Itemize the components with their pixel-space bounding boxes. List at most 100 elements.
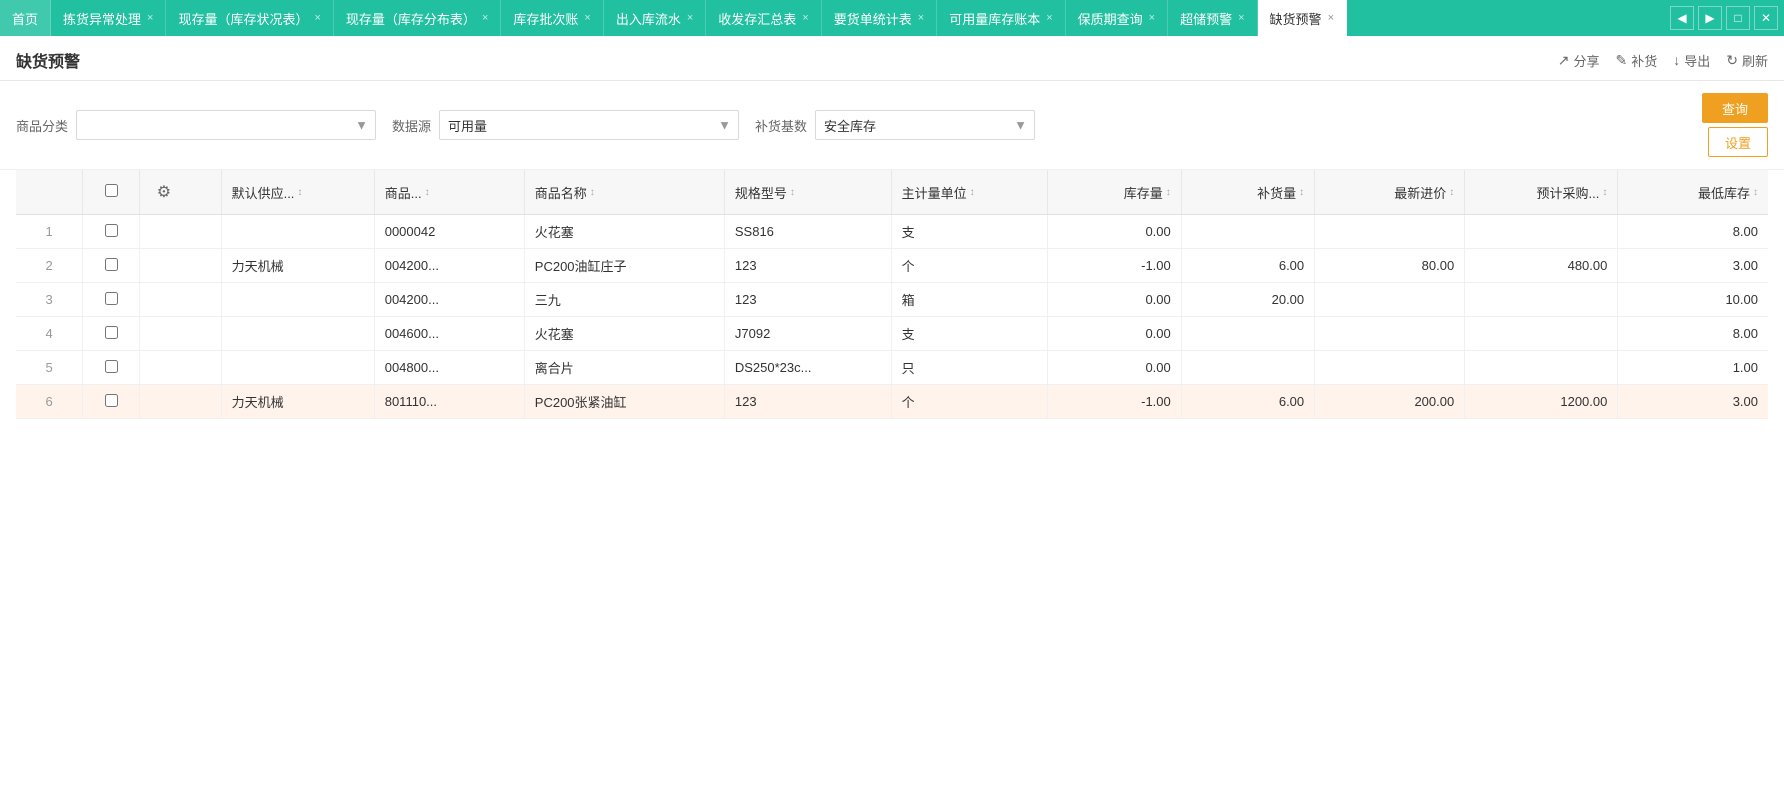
tab-item-4[interactable]: 库存批次账× xyxy=(501,0,603,36)
tab-close-9[interactable]: × xyxy=(1149,12,1155,24)
sort-spec[interactable]: 规格型号 ↕ xyxy=(735,183,795,202)
tab-item-10[interactable]: 超储预警× xyxy=(1168,0,1257,36)
cell-unit: 个 xyxy=(891,385,1048,419)
sort-minstock-icon: ↕ xyxy=(1753,187,1758,198)
tab-item-5[interactable]: 出入库流水× xyxy=(604,0,706,36)
cell-gear xyxy=(139,249,221,283)
filter-bar: 商品分类 ▼ 数据源 可用量 ▼ 补货基数 安全库存 xyxy=(0,81,1784,170)
sort-forecast[interactable]: 预计采购... ↕ xyxy=(1537,183,1608,202)
th-forecast: 预计采购... ↕ xyxy=(1465,170,1618,215)
tab-item-7[interactable]: 要货单统计表× xyxy=(822,0,937,36)
tab-item-1[interactable]: 拣货异常处理× xyxy=(51,0,166,36)
tab-close-10[interactable]: × xyxy=(1238,12,1244,24)
sort-price[interactable]: 最新进价 ↕ xyxy=(1394,183,1454,202)
settings-button[interactable]: 设置 xyxy=(1708,127,1768,157)
cell-price xyxy=(1315,351,1465,385)
replenish-select[interactable]: 安全库存 xyxy=(815,110,1035,140)
table-row: 4 004600... 火花塞 J7092 支 0.00 8.00 xyxy=(16,317,1768,351)
cell-code: 004200... xyxy=(374,283,524,317)
select-all-checkbox[interactable] xyxy=(105,184,118,197)
cell-idx: 3 xyxy=(16,283,83,317)
sort-stock-icon: ↕ xyxy=(1166,187,1171,198)
cell-replenish xyxy=(1181,351,1314,385)
tab-close-4[interactable]: × xyxy=(584,12,590,24)
row-checkbox-2[interactable] xyxy=(105,292,118,305)
tab-item-9[interactable]: 保质期查询× xyxy=(1066,0,1168,36)
cell-minstock: 8.00 xyxy=(1618,215,1768,249)
page-header: 缺货预警 ↗ 分享 ✎ 补货 ↓ 导出 ↻ 刷新 xyxy=(0,36,1784,81)
sort-code[interactable]: 商品... ↕ xyxy=(385,183,430,202)
th-minstock: 最低库存 ↕ xyxy=(1618,170,1768,215)
cell-replenish: 6.00 xyxy=(1181,385,1314,419)
sort-price-icon: ↕ xyxy=(1449,187,1454,198)
row-checkbox-4[interactable] xyxy=(105,360,118,373)
sort-minstock[interactable]: 最低库存 ↕ xyxy=(1698,183,1758,202)
sort-name[interactable]: 商品名称 ↕ xyxy=(535,183,595,202)
sort-stock[interactable]: 库存量 ↕ xyxy=(1124,183,1171,202)
category-select-wrapper: ▼ xyxy=(76,110,376,140)
cell-supplier: 力天机械 xyxy=(221,385,374,419)
tab-item-11[interactable]: 缺货预警× xyxy=(1258,0,1347,36)
cell-unit: 支 xyxy=(891,317,1048,351)
tab-close-7[interactable]: × xyxy=(918,12,924,24)
table-settings-gear[interactable]: ⚙ xyxy=(150,178,178,206)
cell-stock: 0.00 xyxy=(1048,215,1181,249)
tab-item-0[interactable]: 首页 xyxy=(0,0,51,36)
cell-unit: 个 xyxy=(891,249,1048,283)
cell-gear xyxy=(139,351,221,385)
row-checkbox-3[interactable] xyxy=(105,326,118,339)
cell-supplier: 力天机械 xyxy=(221,249,374,283)
datasource-select[interactable]: 可用量 xyxy=(439,110,739,140)
query-button[interactable]: 查询 xyxy=(1702,93,1768,123)
tab-close-6[interactable]: × xyxy=(802,12,808,24)
cell-price: 80.00 xyxy=(1315,249,1465,283)
tab-close-11[interactable]: × xyxy=(1328,12,1334,24)
sort-replenish[interactable]: 补货量 ↕ xyxy=(1257,183,1304,202)
category-filter-group: 商品分类 ▼ xyxy=(16,110,376,140)
row-checkbox-0[interactable] xyxy=(105,224,118,237)
th-name: 商品名称 ↕ xyxy=(524,170,724,215)
tab-bar: 首页拣货异常处理×现存量（库存状况表）×现存量（库存分布表）×库存批次账×出入库… xyxy=(0,0,1784,36)
sort-unit[interactable]: 主计量单位 ↕ xyxy=(902,183,975,202)
sort-supplier-icon: ↕ xyxy=(297,187,302,198)
tab-item-2[interactable]: 现存量（库存状况表）× xyxy=(166,0,333,36)
category-select[interactable] xyxy=(76,110,376,140)
tab-close-3[interactable]: × xyxy=(482,12,488,24)
th-stock: 库存量 ↕ xyxy=(1048,170,1181,215)
cell-forecast xyxy=(1465,351,1618,385)
cell-spec: SS816 xyxy=(724,215,891,249)
tab-close-8[interactable]: × xyxy=(1046,12,1052,24)
export-button[interactable]: ↓ 导出 xyxy=(1673,51,1710,70)
refresh-icon: ↻ xyxy=(1726,52,1738,69)
tab-item-8[interactable]: 可用量库存账本× xyxy=(937,0,1065,36)
tab-item-6[interactable]: 收发存汇总表× xyxy=(706,0,821,36)
tab-nav-buttons: ◀ ▶ □ ✕ xyxy=(1668,6,1784,30)
tab-close-5[interactable]: × xyxy=(687,12,693,24)
row-checkbox-1[interactable] xyxy=(105,258,118,271)
th-idx xyxy=(16,170,83,215)
window-close-button[interactable]: ✕ xyxy=(1754,6,1778,30)
row-checkbox-5[interactable] xyxy=(105,394,118,407)
share-icon: ↗ xyxy=(1558,52,1570,69)
window-restore-button[interactable]: □ xyxy=(1726,6,1750,30)
cell-code: 0000042 xyxy=(374,215,524,249)
tab-close-1[interactable]: × xyxy=(147,12,153,24)
cell-unit: 箱 xyxy=(891,283,1048,317)
tab-prev-button[interactable]: ◀ xyxy=(1670,6,1694,30)
cell-minstock: 3.00 xyxy=(1618,385,1768,419)
cell-stock: 0.00 xyxy=(1048,283,1181,317)
th-unit: 主计量单位 ↕ xyxy=(891,170,1048,215)
share-button[interactable]: ↗ 分享 xyxy=(1558,51,1600,70)
sort-supplier[interactable]: 默认供应... ↕ xyxy=(232,183,303,202)
replenish-button[interactable]: ✎ 补货 xyxy=(1615,51,1657,70)
refresh-label: 刷新 xyxy=(1742,51,1768,70)
cell-forecast xyxy=(1465,215,1618,249)
cell-replenish xyxy=(1181,215,1314,249)
tab-close-2[interactable]: × xyxy=(314,12,320,24)
refresh-button[interactable]: ↻ 刷新 xyxy=(1726,51,1768,70)
tab-next-button[interactable]: ▶ xyxy=(1698,6,1722,30)
tab-item-3[interactable]: 现存量（库存分布表）× xyxy=(334,0,501,36)
cell-forecast xyxy=(1465,317,1618,351)
table-row: 3 004200... 三九 123 箱 0.00 20.00 10.00 xyxy=(16,283,1768,317)
cell-gear xyxy=(139,385,221,419)
